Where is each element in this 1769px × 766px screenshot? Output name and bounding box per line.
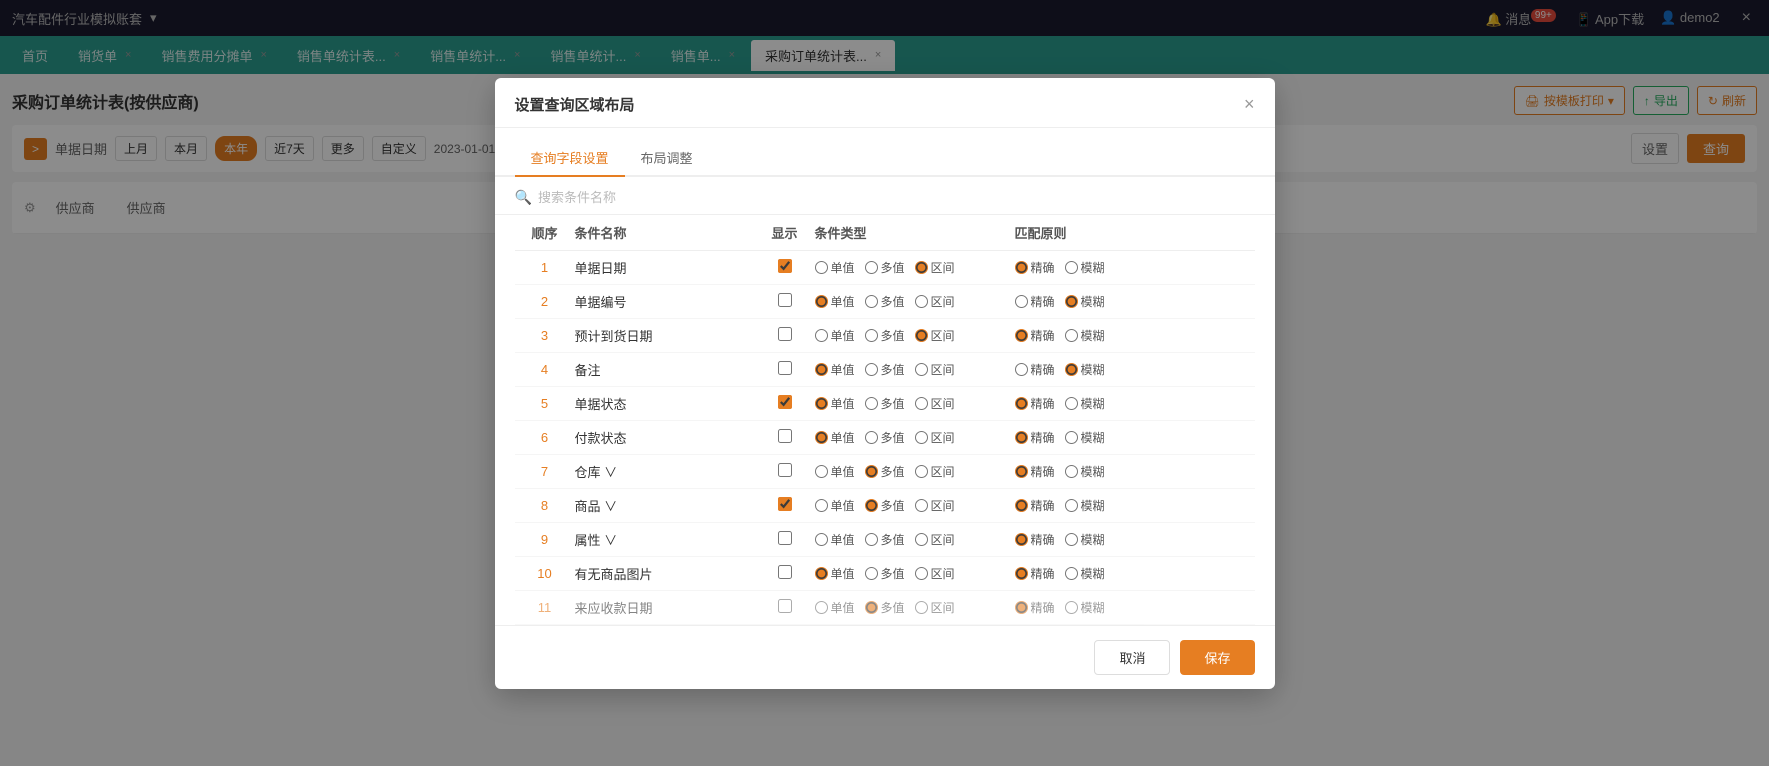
row-rule-1: 精确 模糊 — [1015, 259, 1105, 276]
row-name-4: 备注 — [575, 360, 755, 379]
table-row: 4 备注 单值 多值 区间 精确 模糊 — [515, 353, 1255, 387]
row-name-11: 来应收款日期 — [575, 598, 755, 617]
tab-layout-adjust[interactable]: 布局调整 — [625, 140, 709, 177]
row-display-3[interactable] — [778, 327, 792, 344]
row-display-10[interactable] — [778, 565, 792, 582]
row-order-7: 7 — [541, 464, 548, 479]
dialog-tabs: 查询字段设置 布局调整 — [495, 128, 1275, 177]
row-name-5: 单据状态 — [575, 394, 755, 413]
row-order-2: 2 — [541, 294, 548, 309]
row-order-5: 5 — [541, 396, 548, 411]
table-row: 11 来应收款日期 单值 多值 区间 精确 模糊 — [515, 591, 1255, 625]
dialog-header: 设置查询区域布局 × — [495, 78, 1275, 128]
th-name: 条件名称 — [575, 223, 755, 242]
th-display: 显示 — [755, 223, 815, 242]
dialog-close-btn[interactable]: × — [1244, 95, 1255, 113]
modal-overlay: 设置查询区域布局 × 查询字段设置 布局调整 🔍 顺序 条件名称 显示 条件类型 — [0, 0, 1769, 766]
row-type-4: 单值 多值 区间 — [815, 361, 955, 378]
row-order-10: 10 — [537, 566, 551, 581]
table-row: 10 有无商品图片 单值 多值 区间 精确 模糊 — [515, 557, 1255, 591]
th-order: 顺序 — [515, 223, 575, 242]
dialog-table: 顺序 条件名称 显示 条件类型 匹配原则 1 单据日期 单值 多值 区间 — [495, 215, 1275, 625]
table-row: 5 单据状态 单值 多值 区间 精确 模糊 — [515, 387, 1255, 421]
table-row: 2 单据编号 单值 多值 区间 精确 模糊 — [515, 285, 1255, 319]
row-display-9[interactable] — [778, 531, 792, 548]
row-order-1: 1 — [541, 260, 548, 275]
tab-field-settings-label: 查询字段设置 — [531, 151, 609, 166]
table-row: 3 预计到货日期 单值 多值 区间 精确 模糊 — [515, 319, 1255, 353]
row-name-10: 有无商品图片 — [575, 564, 755, 583]
row-type-11: 单值 多值 区间 — [815, 599, 955, 616]
row-name-2: 单据编号 — [575, 292, 755, 311]
search-input[interactable] — [538, 190, 738, 205]
row-rule-2: 精确 模糊 — [1015, 293, 1105, 310]
row-type-9: 单值 多值 区间 — [815, 531, 955, 548]
row-display-2[interactable] — [778, 293, 792, 310]
row-type-2: 单值 多值 区间 — [815, 293, 955, 310]
table-row: 8 商品 ∨ 单值 多值 区间 精确 模糊 — [515, 489, 1255, 523]
row-name-1: 单据日期 — [575, 258, 755, 277]
row-order-8: 8 — [541, 498, 548, 513]
row-type-5: 单值 多值 区间 — [815, 395, 955, 412]
row-order-3: 3 — [541, 328, 548, 343]
row-rule-7: 精确 模糊 — [1015, 463, 1105, 480]
row-display-7[interactable] — [778, 463, 792, 480]
row-type-8: 单值 多值 区间 — [815, 497, 955, 514]
row-rule-10: 精确 模糊 — [1015, 565, 1105, 582]
cancel-btn[interactable]: 取消 — [1094, 640, 1170, 675]
dialog-search-bar: 🔍 — [495, 177, 1275, 215]
tab-field-settings[interactable]: 查询字段设置 — [515, 140, 625, 177]
row-type-10: 单值 多值 区间 — [815, 565, 955, 582]
row-order-11: 11 — [538, 600, 552, 615]
row-display-8[interactable] — [778, 497, 792, 514]
row-display-5[interactable] — [778, 395, 792, 412]
row-name-6: 付款状态 — [575, 428, 755, 447]
table-row: 9 属性 ∨ 单值 多值 区间 精确 模糊 — [515, 523, 1255, 557]
row-type-3: 单值 多值 区间 — [815, 327, 955, 344]
th-condition-type: 条件类型 — [815, 223, 1015, 242]
row-rule-4: 精确 模糊 — [1015, 361, 1105, 378]
row-order-9: 9 — [541, 532, 548, 547]
table-row: 7 仓库 ∨ 单值 多值 区间 精确 模糊 — [515, 455, 1255, 489]
row-name-7: 仓库 ∨ — [575, 462, 755, 481]
search-icon: 🔍 — [515, 189, 532, 206]
tab-layout-adjust-label: 布局调整 — [641, 151, 693, 166]
th-match-rule: 匹配原则 — [1015, 223, 1215, 242]
row-order-6: 6 — [541, 430, 548, 445]
dialog-title: 设置查询区域布局 — [515, 94, 635, 115]
row-rule-5: 精确 模糊 — [1015, 395, 1105, 412]
row-name-9: 属性 ∨ — [575, 530, 755, 549]
row-display-6[interactable] — [778, 429, 792, 446]
row-type-1: 单值 多值 区间 — [815, 259, 955, 276]
row-rule-8: 精确 模糊 — [1015, 497, 1105, 514]
row-display-1[interactable] — [778, 259, 792, 276]
table-row: 6 付款状态 单值 多值 区间 精确 模糊 — [515, 421, 1255, 455]
row-rule-3: 精确 模糊 — [1015, 327, 1105, 344]
row-rule-6: 精确 模糊 — [1015, 429, 1105, 446]
row-order-4: 4 — [541, 362, 548, 377]
row-name-3: 预计到货日期 — [575, 326, 755, 345]
row-name-8: 商品 ∨ — [575, 496, 755, 515]
row-rule-9: 精确 模糊 — [1015, 531, 1105, 548]
save-btn[interactable]: 保存 — [1180, 640, 1254, 675]
table-row: 1 单据日期 单值 多值 区间 精确 模糊 — [515, 251, 1255, 285]
dialog: 设置查询区域布局 × 查询字段设置 布局调整 🔍 顺序 条件名称 显示 条件类型 — [495, 78, 1275, 689]
dialog-footer: 取消 保存 — [495, 625, 1275, 689]
row-type-6: 单值 多值 区间 — [815, 429, 955, 446]
row-type-7: 单值 多值 区间 — [815, 463, 955, 480]
row-display-11[interactable] — [778, 599, 792, 616]
row-display-4[interactable] — [778, 361, 792, 378]
table-head: 顺序 条件名称 显示 条件类型 匹配原则 — [515, 215, 1255, 251]
row-rule-11: 精确 模糊 — [1015, 599, 1105, 616]
